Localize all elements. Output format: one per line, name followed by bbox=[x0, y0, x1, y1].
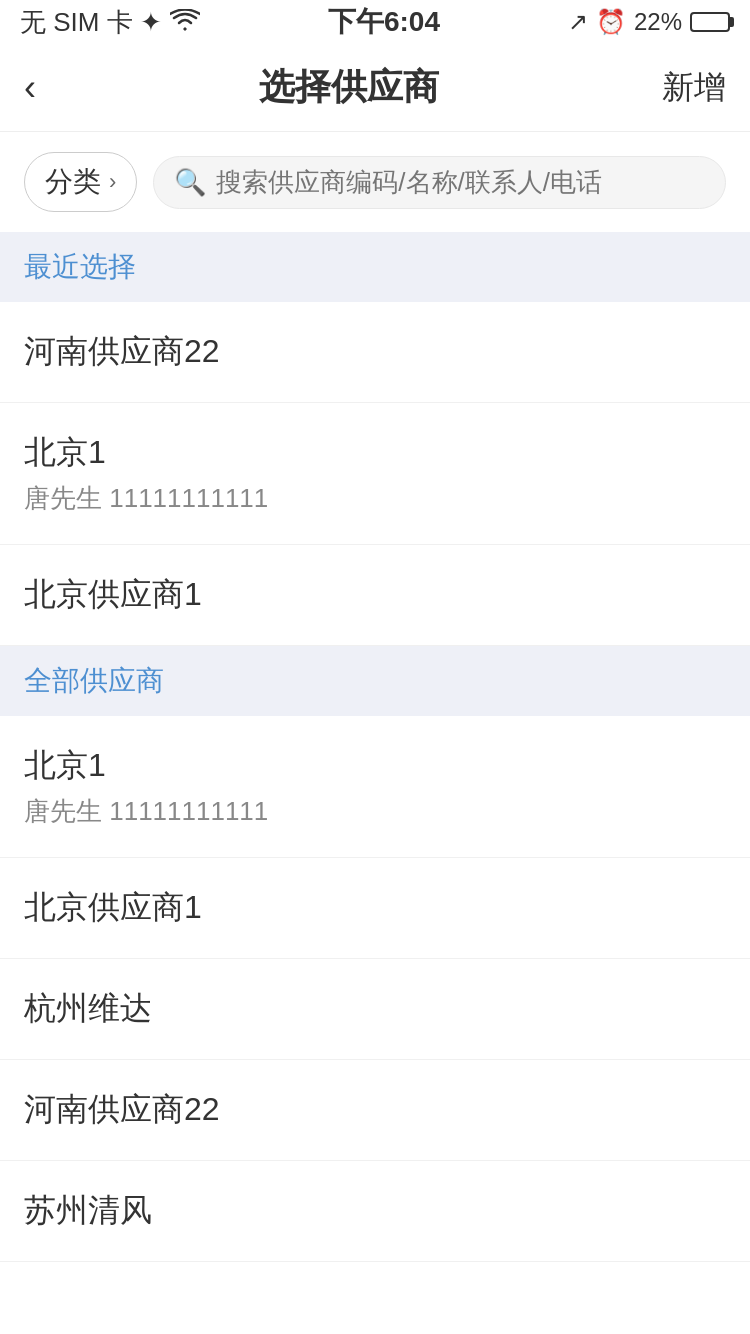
list-item[interactable]: 北京1 唐先生 11111111111 bbox=[0, 403, 750, 545]
location-icon: ↗ bbox=[568, 8, 588, 36]
item-name: 北京1 bbox=[24, 744, 726, 788]
item-sub: 唐先生 11111111111 bbox=[24, 481, 726, 516]
search-icon: 🔍 bbox=[174, 167, 206, 198]
category-label: 分类 bbox=[45, 163, 101, 201]
add-button[interactable]: 新增 bbox=[662, 66, 726, 110]
sections-container: 最近选择河南供应商22 北京1 唐先生 11111111111 北京供应商1 全部供应商… bbox=[0, 232, 750, 1262]
item-name: 北京供应商1 bbox=[24, 573, 726, 617]
list-item[interactable]: 北京1 唐先生 11111111111 bbox=[0, 716, 750, 858]
nav-bar: ‹ 选择供应商 新增 bbox=[0, 44, 750, 132]
no-sim-text: 无 SIM 卡 ✦ bbox=[20, 5, 162, 40]
back-button[interactable]: ‹ bbox=[24, 67, 36, 109]
battery-percent: 22% bbox=[634, 8, 682, 36]
list-item[interactable]: 苏州清风 bbox=[0, 1161, 750, 1262]
category-filter-button[interactable]: 分类 › bbox=[24, 152, 137, 212]
item-name: 河南供应商22 bbox=[24, 1088, 726, 1132]
battery-icon bbox=[690, 12, 730, 32]
search-bar: 分类 › 🔍 bbox=[0, 132, 750, 232]
wifi-icon bbox=[170, 7, 200, 38]
status-right: ↗ ⏰ 22% bbox=[568, 8, 730, 36]
item-sub: 唐先生 11111111111 bbox=[24, 794, 726, 829]
item-name: 苏州清风 bbox=[24, 1189, 726, 1233]
alarm-icon: ⏰ bbox=[596, 8, 626, 36]
item-name: 杭州维达 bbox=[24, 987, 726, 1031]
search-input[interactable] bbox=[216, 167, 705, 198]
section-header-all: 全部供应商 bbox=[0, 646, 750, 716]
list-item[interactable]: 杭州维达 bbox=[0, 959, 750, 1060]
search-input-wrap[interactable]: 🔍 bbox=[153, 156, 726, 209]
status-time: 下午6:04 bbox=[328, 3, 440, 41]
list-item[interactable]: 河南供应商22 bbox=[0, 1060, 750, 1161]
chevron-right-icon: › bbox=[109, 169, 116, 195]
list-item[interactable]: 北京供应商1 bbox=[0, 545, 750, 646]
item-name: 北京1 bbox=[24, 431, 726, 475]
list-item[interactable]: 北京供应商1 bbox=[0, 858, 750, 959]
list-item[interactable]: 河南供应商22 bbox=[0, 302, 750, 403]
section-header-recent: 最近选择 bbox=[0, 232, 750, 302]
page-title: 选择供应商 bbox=[259, 63, 439, 112]
item-name: 北京供应商1 bbox=[24, 886, 726, 930]
status-left: 无 SIM 卡 ✦ bbox=[20, 5, 200, 40]
status-bar: 无 SIM 卡 ✦ 下午6:04 ↗ ⏰ 22% bbox=[0, 0, 750, 44]
item-name: 河南供应商22 bbox=[24, 330, 726, 374]
